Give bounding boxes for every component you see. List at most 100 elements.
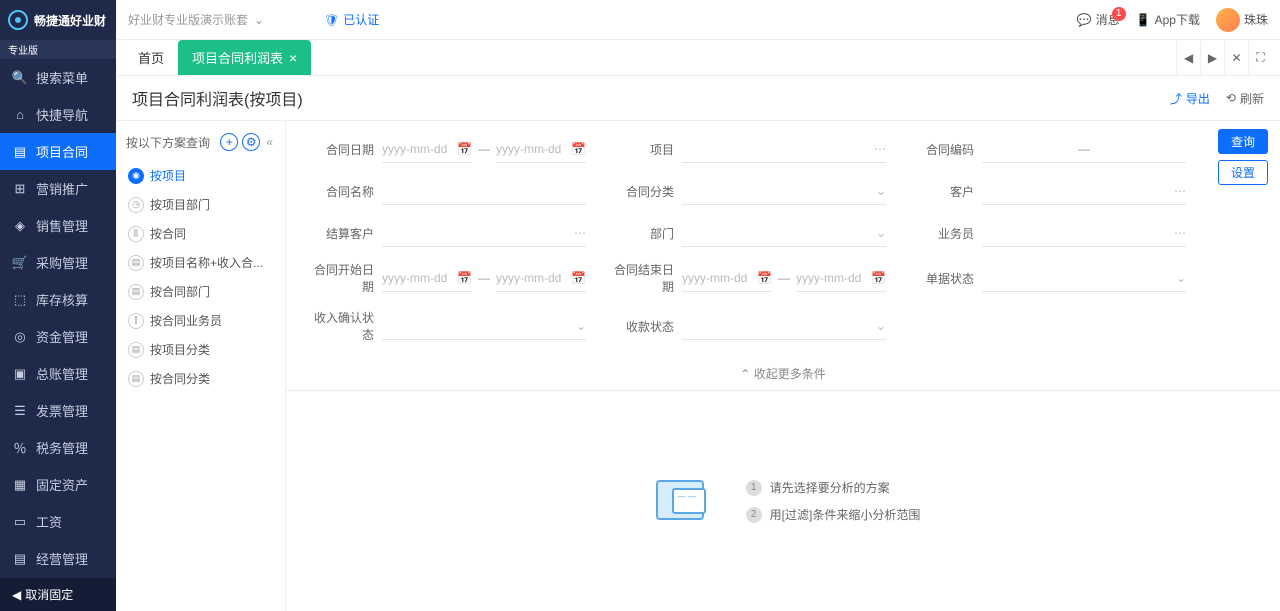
scheme-item-project-name-income[interactable]: ▤按项目名称+收入合... bbox=[116, 248, 285, 277]
phone-icon: 📱 bbox=[1136, 13, 1151, 27]
box-icon: ⬚ bbox=[12, 292, 28, 308]
receipt-icon: ☰ bbox=[12, 403, 28, 419]
sidebar-item-quicknav[interactable]: ⌂快捷导航 bbox=[0, 96, 116, 133]
sidebar-item-salary[interactable]: ▭工资 bbox=[0, 503, 116, 540]
scheme-item-contract-category[interactable]: ▤按合同分类 bbox=[116, 364, 285, 393]
wallet-icon: ▭ bbox=[12, 514, 28, 530]
sidebar-item-funds[interactable]: ◎资金管理 bbox=[0, 318, 116, 355]
content: 按以下方案查询 + ⚙ « ◉按项目 ◷按项目部门 ⫼按合同 ▤按项目名称+收入… bbox=[116, 121, 1280, 611]
tab-profit-report[interactable]: 项目合同利润表 × bbox=[178, 40, 311, 75]
app-download[interactable]: 📱 App下载 bbox=[1136, 11, 1200, 28]
sidebar-item-ledger[interactable]: ▣总账管理 bbox=[0, 355, 116, 392]
tab-close-all[interactable]: ✕ bbox=[1224, 40, 1248, 75]
scheme-settings-button[interactable]: ⚙ bbox=[242, 133, 260, 151]
contract-date-from[interactable]: yyyy-mm-dd📅 bbox=[382, 135, 472, 163]
query-button[interactable]: 查询 bbox=[1218, 129, 1268, 154]
label-contract-category: 合同分类 bbox=[610, 183, 674, 200]
scheme-item-contract[interactable]: ⫼按合同 bbox=[116, 219, 285, 248]
list-icon: ▤ bbox=[128, 255, 144, 271]
scheme-item-project-category[interactable]: ▤按项目分类 bbox=[116, 335, 285, 364]
department-select[interactable]: ⌄ bbox=[682, 219, 886, 247]
tab-next[interactable]: ▶ bbox=[1200, 40, 1224, 75]
page-header: 项目合同利润表(按项目) ⤴ 导出 ⟲ 刷新 bbox=[116, 76, 1280, 121]
sidebar-item-assets[interactable]: ▦固定资产 bbox=[0, 466, 116, 503]
chevron-down-icon: ⌄ bbox=[1176, 271, 1186, 285]
ellipsis-icon: ⋯ bbox=[874, 142, 886, 156]
tab-fullscreen[interactable]: ⛶ bbox=[1248, 40, 1272, 75]
page-title: 项目合同利润表(按项目) bbox=[132, 86, 303, 110]
contract-end-from[interactable]: yyyy-mm-dd📅 bbox=[682, 264, 772, 292]
sidebar-item-inventory[interactable]: ⬚库存核算 bbox=[0, 281, 116, 318]
customer-input[interactable]: ⋯ bbox=[982, 177, 1186, 205]
salesperson-input[interactable]: ⋯ bbox=[982, 219, 1186, 247]
tab-home[interactable]: 首页 bbox=[124, 40, 178, 75]
income-status-select[interactable]: ⌄ bbox=[382, 312, 586, 340]
scheme-item-project-dept[interactable]: ◷按项目部门 bbox=[116, 190, 285, 219]
calendar-icon: 📅 bbox=[457, 142, 472, 156]
bar-icon: ⫿ bbox=[128, 313, 144, 329]
scheme-item-project[interactable]: ◉按项目 bbox=[116, 161, 285, 190]
contract-start-to[interactable]: yyyy-mm-dd📅 bbox=[496, 264, 586, 292]
sidebar-item-search[interactable]: 🔍搜索菜单 bbox=[0, 59, 116, 96]
list-icon: ▤ bbox=[128, 371, 144, 387]
main: 好业财专业版演示账套 ⌄ 🛡 已认证 💬 消息 1 📱 App下载 珠珠 bbox=[116, 0, 1280, 611]
chevron-up-icon: ⌃ bbox=[740, 367, 750, 381]
messages[interactable]: 💬 消息 1 bbox=[1077, 11, 1120, 28]
scheme-item-contract-dept[interactable]: ▤按合同部门 bbox=[116, 277, 285, 306]
contract-category-select[interactable]: ⌄ bbox=[682, 177, 886, 205]
close-icon[interactable]: × bbox=[289, 50, 297, 66]
chevron-down-icon: ⌄ bbox=[876, 184, 886, 198]
label-project: 项目 bbox=[610, 141, 674, 158]
contract-end-to[interactable]: yyyy-mm-dd📅 bbox=[796, 264, 886, 292]
receipt-status-select[interactable]: ⌄ bbox=[682, 312, 886, 340]
topbar: 好业财专业版演示账套 ⌄ 🛡 已认证 💬 消息 1 📱 App下载 珠珠 bbox=[116, 0, 1280, 40]
settings-button[interactable]: 设置 bbox=[1218, 160, 1268, 185]
search-icon: 🔍 bbox=[12, 70, 28, 86]
contract-code-input[interactable]: — bbox=[982, 135, 1186, 163]
collapse-panel-button[interactable]: « bbox=[264, 135, 275, 149]
sidebar-item-sales[interactable]: ◈销售管理 bbox=[0, 207, 116, 244]
contract-date-to[interactable]: yyyy-mm-dd📅 bbox=[496, 135, 586, 163]
clock-icon: ◷ bbox=[128, 197, 144, 213]
calendar-icon: 📅 bbox=[457, 271, 472, 285]
project-input[interactable]: ⋯ bbox=[682, 135, 886, 163]
sidebar-item-purchase[interactable]: 🛒采购管理 bbox=[0, 244, 116, 281]
ellipsis-icon: ⋯ bbox=[1174, 184, 1186, 198]
refresh-button[interactable]: ⟲ 刷新 bbox=[1226, 90, 1264, 107]
refresh-icon: ⟲ bbox=[1226, 91, 1236, 105]
calendar-icon: 📅 bbox=[571, 142, 586, 156]
calendar-icon: 📅 bbox=[571, 271, 586, 285]
sidebar-unpin[interactable]: ◀ 取消固定 bbox=[0, 578, 116, 611]
scheme-panel: 按以下方案查询 + ⚙ « ◉按项目 ◷按项目部门 ⫼按合同 ▤按项目名称+收入… bbox=[116, 121, 286, 611]
brand-name: 畅捷通好业财 bbox=[34, 12, 106, 29]
collapse-filters-button[interactable]: ⌃ 收起更多条件 bbox=[286, 357, 1280, 391]
add-scheme-button[interactable]: + bbox=[220, 133, 238, 151]
scheme-item-contract-sales[interactable]: ⫿按合同业务员 bbox=[116, 306, 285, 335]
sidebar-item-marketing[interactable]: ⊞营销推广 bbox=[0, 170, 116, 207]
tenant-selector[interactable]: 好业财专业版演示账套 ⌄ bbox=[128, 11, 308, 28]
label-receipt-status: 收款状态 bbox=[610, 318, 674, 335]
settle-customer-input[interactable]: ⋯ bbox=[382, 219, 586, 247]
percent-icon: ％ bbox=[12, 440, 28, 456]
doc-status-select[interactable]: ⌄ bbox=[982, 264, 1186, 292]
bar-icon: ⫼ bbox=[128, 226, 144, 242]
chevron-down-icon: ⌄ bbox=[254, 13, 264, 27]
contract-start-from[interactable]: yyyy-mm-dd📅 bbox=[382, 264, 472, 292]
tab-prev[interactable]: ◀ bbox=[1176, 40, 1200, 75]
label-salesperson: 业务员 bbox=[910, 225, 974, 242]
cart-icon: 🛒 bbox=[12, 255, 28, 271]
document-icon: ▤ bbox=[12, 144, 28, 160]
ellipsis-icon: ⋯ bbox=[1174, 226, 1186, 240]
calendar-icon: 📅 bbox=[871, 271, 886, 285]
sidebar-item-invoice[interactable]: ☰发票管理 bbox=[0, 392, 116, 429]
tag-icon: ◈ bbox=[12, 218, 28, 234]
sidebar-item-operation[interactable]: ▤经营管理 bbox=[0, 540, 116, 577]
user-menu[interactable]: 珠珠 bbox=[1216, 8, 1268, 32]
label-contract-start: 合同开始日期 bbox=[310, 261, 374, 295]
sidebar-item-tax[interactable]: ％税务管理 bbox=[0, 429, 116, 466]
label-contract-end: 合同结束日期 bbox=[610, 261, 674, 295]
contract-name-input[interactable] bbox=[382, 177, 586, 205]
sidebar-item-project-contract[interactable]: ▤项目合同 bbox=[0, 133, 116, 170]
logo-icon bbox=[8, 10, 28, 30]
export-button[interactable]: ⤴ 导出 bbox=[1170, 90, 1210, 107]
